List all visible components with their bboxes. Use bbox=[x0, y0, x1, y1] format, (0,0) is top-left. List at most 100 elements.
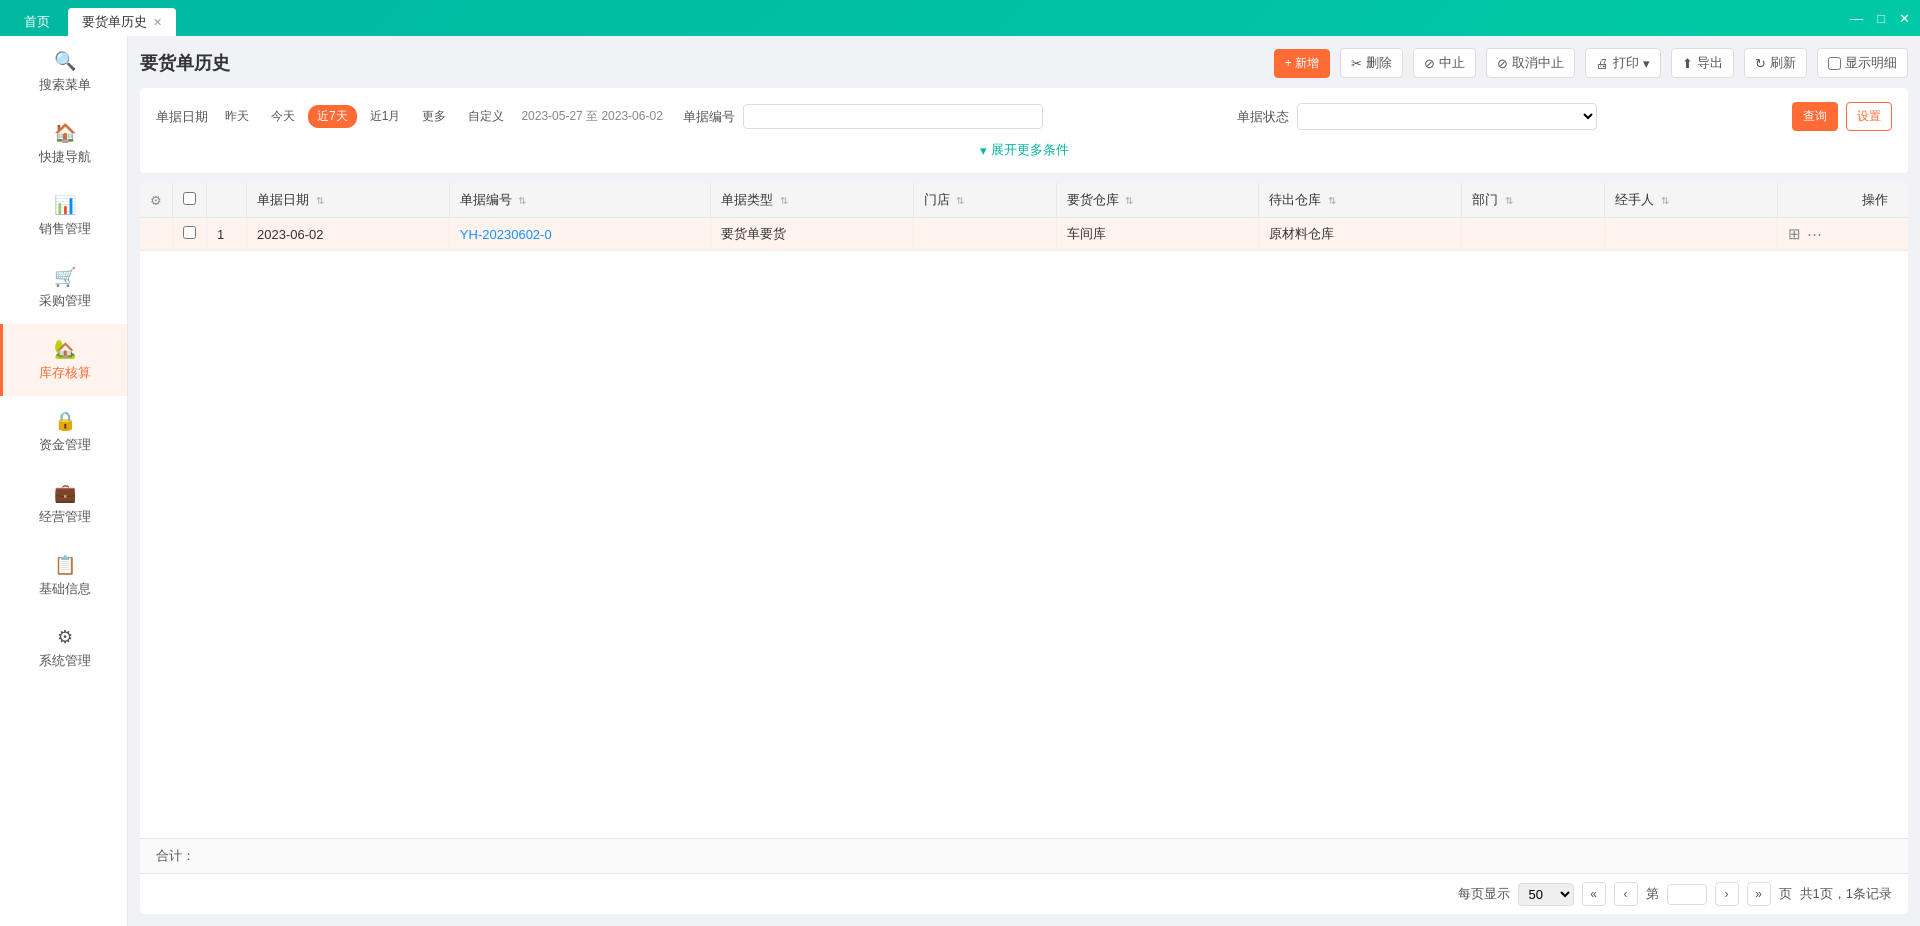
row-store bbox=[913, 218, 1056, 251]
sidebar-label-sales-mgmt: 销售管理 bbox=[39, 220, 91, 238]
export-button[interactable]: ⬆ 导出 bbox=[1671, 48, 1734, 78]
page-number-input[interactable]: 1 bbox=[1667, 884, 1707, 905]
table-wrapper: ⚙ 单据日期 ⇅ 单据编号 ⇅ bbox=[140, 183, 1908, 838]
page-size-select[interactable]: 50 10 20 100 bbox=[1518, 883, 1574, 906]
toolbar: + 新增 ✂ 删除 ⊘ 中止 ⊘ 取消中止 🖨 打印 ▾ bbox=[1274, 48, 1908, 78]
sidebar-item-system-mgmt[interactable]: ⚙ 系统管理 bbox=[0, 612, 127, 684]
suspend-button[interactable]: ⊘ 中止 bbox=[1413, 48, 1476, 78]
row-action-buttons: ⊞ ⋯ bbox=[1788, 225, 1898, 243]
date-btn-last7days[interactable]: 近7天 bbox=[308, 105, 357, 128]
delete-button[interactable]: ✂ 删除 bbox=[1340, 48, 1403, 78]
refresh-button[interactable]: ↻ 刷新 bbox=[1744, 48, 1807, 78]
print-icon: 🖨 bbox=[1596, 56, 1609, 71]
date-range-display: 2023-05-27 至 2023-06-02 bbox=[521, 108, 662, 125]
total-info: 共1页，1条记录 bbox=[1800, 885, 1892, 903]
document-icon: 📋 bbox=[54, 554, 76, 576]
filter-status-item: 单据状态 bbox=[1237, 103, 1772, 130]
sidebar-label-search-menu: 搜索菜单 bbox=[39, 76, 91, 94]
sidebar-label-system-mgmt: 系统管理 bbox=[39, 652, 91, 670]
cart-icon: 🛒 bbox=[54, 266, 76, 288]
sort-pending-warehouse-icon: ⇅ bbox=[1328, 195, 1336, 206]
first-page-button[interactable]: « bbox=[1582, 882, 1606, 906]
display-detail-checkbox[interactable] bbox=[1828, 57, 1841, 70]
filter-area: 单据日期 昨天 今天 近7天 近1月 更多 自定义 2023-05-27 至 2… bbox=[140, 88, 1908, 173]
col-department[interactable]: 部门 ⇅ bbox=[1462, 183, 1605, 218]
sidebar-item-finance-mgmt[interactable]: 🔒 资金管理 bbox=[0, 396, 127, 468]
date-btn-more[interactable]: 更多 bbox=[413, 105, 455, 128]
col-store[interactable]: 门店 ⇅ bbox=[913, 183, 1056, 218]
tab-requisition-history[interactable]: 要货单历史 ✕ bbox=[68, 8, 176, 36]
sidebar-label-purchase-mgmt: 采购管理 bbox=[39, 292, 91, 310]
print-button[interactable]: 🖨 打印 ▾ bbox=[1585, 48, 1661, 78]
row-doc-number: YH-20230602-0 bbox=[449, 218, 710, 251]
search-icon: 🔍 bbox=[54, 50, 76, 72]
row-more-icon[interactable]: ⋯ bbox=[1807, 225, 1822, 243]
sidebar-item-quick-nav[interactable]: 🏠 快捷导航 bbox=[0, 108, 127, 180]
row-checkbox[interactable] bbox=[183, 226, 196, 239]
sort-doc-number-icon: ⇅ bbox=[518, 195, 526, 206]
window-controls: — □ ✕ bbox=[1850, 11, 1910, 26]
date-btn-today[interactable]: 今天 bbox=[262, 105, 304, 128]
page-size-label: 每页显示 bbox=[1458, 885, 1510, 903]
doc-number-link[interactable]: YH-20230602-0 bbox=[460, 227, 552, 242]
settings-button[interactable]: 设置 bbox=[1846, 102, 1892, 131]
sidebar-item-operation-mgmt[interactable]: 💼 经营管理 bbox=[0, 468, 127, 540]
date-filter-buttons: 昨天 今天 近7天 近1月 更多 自定义 bbox=[216, 105, 513, 128]
col-doc-type[interactable]: 单据类型 ⇅ bbox=[710, 183, 913, 218]
date-btn-custom[interactable]: 自定义 bbox=[459, 105, 513, 128]
minimize-button[interactable]: — bbox=[1850, 11, 1863, 26]
col-pending-warehouse[interactable]: 待出仓库 ⇅ bbox=[1259, 183, 1462, 218]
filter-row-1: 单据日期 昨天 今天 近7天 近1月 更多 自定义 2023-05-27 至 2… bbox=[156, 102, 1892, 131]
main-layout: 🔍 搜索菜单 🏠 快捷导航 📊 销售管理 🛒 采购管理 🏡 库存核算 🔒 资金管… bbox=[0, 36, 1920, 926]
row-pending-warehouse: 原材料仓库 bbox=[1259, 218, 1462, 251]
row-actions-cell: ⊞ ⋯ bbox=[1777, 218, 1908, 251]
filter-row-expand: ▾ 展开更多条件 bbox=[156, 141, 1892, 159]
close-button[interactable]: ✕ bbox=[1899, 11, 1910, 26]
status-select[interactable] bbox=[1297, 103, 1597, 130]
sidebar: 🔍 搜索菜单 🏠 快捷导航 📊 销售管理 🛒 采购管理 🏡 库存核算 🔒 资金管… bbox=[0, 36, 128, 926]
col-doc-date[interactable]: 单据日期 ⇅ bbox=[247, 183, 450, 218]
col-handler[interactable]: 经手人 ⇅ bbox=[1604, 183, 1777, 218]
sidebar-item-inventory-mgmt[interactable]: 🏡 库存核算 bbox=[0, 324, 127, 396]
next-page-button[interactable]: › bbox=[1715, 882, 1739, 906]
expand-more-btn[interactable]: ▾ 展开更多条件 bbox=[980, 141, 1069, 159]
row-doc-type: 要货单要货 bbox=[710, 218, 913, 251]
suspend-icon: ⊘ bbox=[1424, 56, 1435, 71]
lock-icon: 🔒 bbox=[54, 410, 76, 432]
add-button[interactable]: + 新增 bbox=[1274, 49, 1330, 78]
sidebar-item-search-menu[interactable]: 🔍 搜索菜单 bbox=[0, 36, 127, 108]
doc-number-input[interactable] bbox=[743, 104, 1043, 129]
sidebar-item-purchase-mgmt[interactable]: 🛒 采购管理 bbox=[0, 252, 127, 324]
sidebar-item-sales-mgmt[interactable]: 📊 销售管理 bbox=[0, 180, 127, 252]
search-button[interactable]: 查询 bbox=[1792, 102, 1838, 131]
content-area: 要货单历史 + 新增 ✂ 删除 ⊘ 中止 ⊘ 取消中止 🖨 打印 bbox=[128, 36, 1920, 926]
col-doc-number[interactable]: 单据编号 ⇅ bbox=[449, 183, 710, 218]
tab-bar: 首页 要货单历史 ✕ bbox=[10, 0, 1850, 36]
date-btn-yesterday[interactable]: 昨天 bbox=[216, 105, 258, 128]
maximize-button[interactable]: □ bbox=[1877, 11, 1885, 26]
date-btn-last1month[interactable]: 近1月 bbox=[361, 105, 410, 128]
col-actions: 操作 bbox=[1777, 183, 1908, 218]
sidebar-item-basic-info[interactable]: 📋 基础信息 bbox=[0, 540, 127, 612]
select-all-checkbox[interactable] bbox=[183, 192, 196, 205]
sidebar-label-operation-mgmt: 经营管理 bbox=[39, 508, 91, 526]
display-detail-checkbox-label[interactable]: 显示明细 bbox=[1817, 48, 1908, 78]
last-page-button[interactable]: » bbox=[1747, 882, 1771, 906]
page-label-before: 第 bbox=[1646, 885, 1659, 903]
sidebar-label-inventory-mgmt: 库存核算 bbox=[39, 364, 91, 382]
sort-store-icon: ⇅ bbox=[956, 195, 964, 206]
refresh-icon: ↻ bbox=[1755, 56, 1766, 71]
summary-label: 合计： bbox=[156, 847, 195, 865]
page-header: 要货单历史 + 新增 ✂ 删除 ⊘ 中止 ⊘ 取消中止 🖨 打印 bbox=[140, 48, 1908, 78]
sort-req-warehouse-icon: ⇅ bbox=[1125, 195, 1133, 206]
row-edit-icon[interactable]: ⊞ bbox=[1788, 225, 1801, 243]
col-req-warehouse[interactable]: 要货仓库 ⇅ bbox=[1056, 183, 1259, 218]
sidebar-label-finance-mgmt: 资金管理 bbox=[39, 436, 91, 454]
sort-department-icon: ⇅ bbox=[1505, 195, 1513, 206]
col-settings[interactable]: ⚙ bbox=[140, 183, 173, 218]
tab-close-icon[interactable]: ✕ bbox=[153, 16, 162, 29]
cancel-suspend-button[interactable]: ⊘ 取消中止 bbox=[1486, 48, 1575, 78]
tab-home[interactable]: 首页 bbox=[10, 8, 64, 36]
prev-page-button[interactable]: ‹ bbox=[1614, 882, 1638, 906]
data-table: ⚙ 单据日期 ⇅ 单据编号 ⇅ bbox=[140, 183, 1908, 251]
